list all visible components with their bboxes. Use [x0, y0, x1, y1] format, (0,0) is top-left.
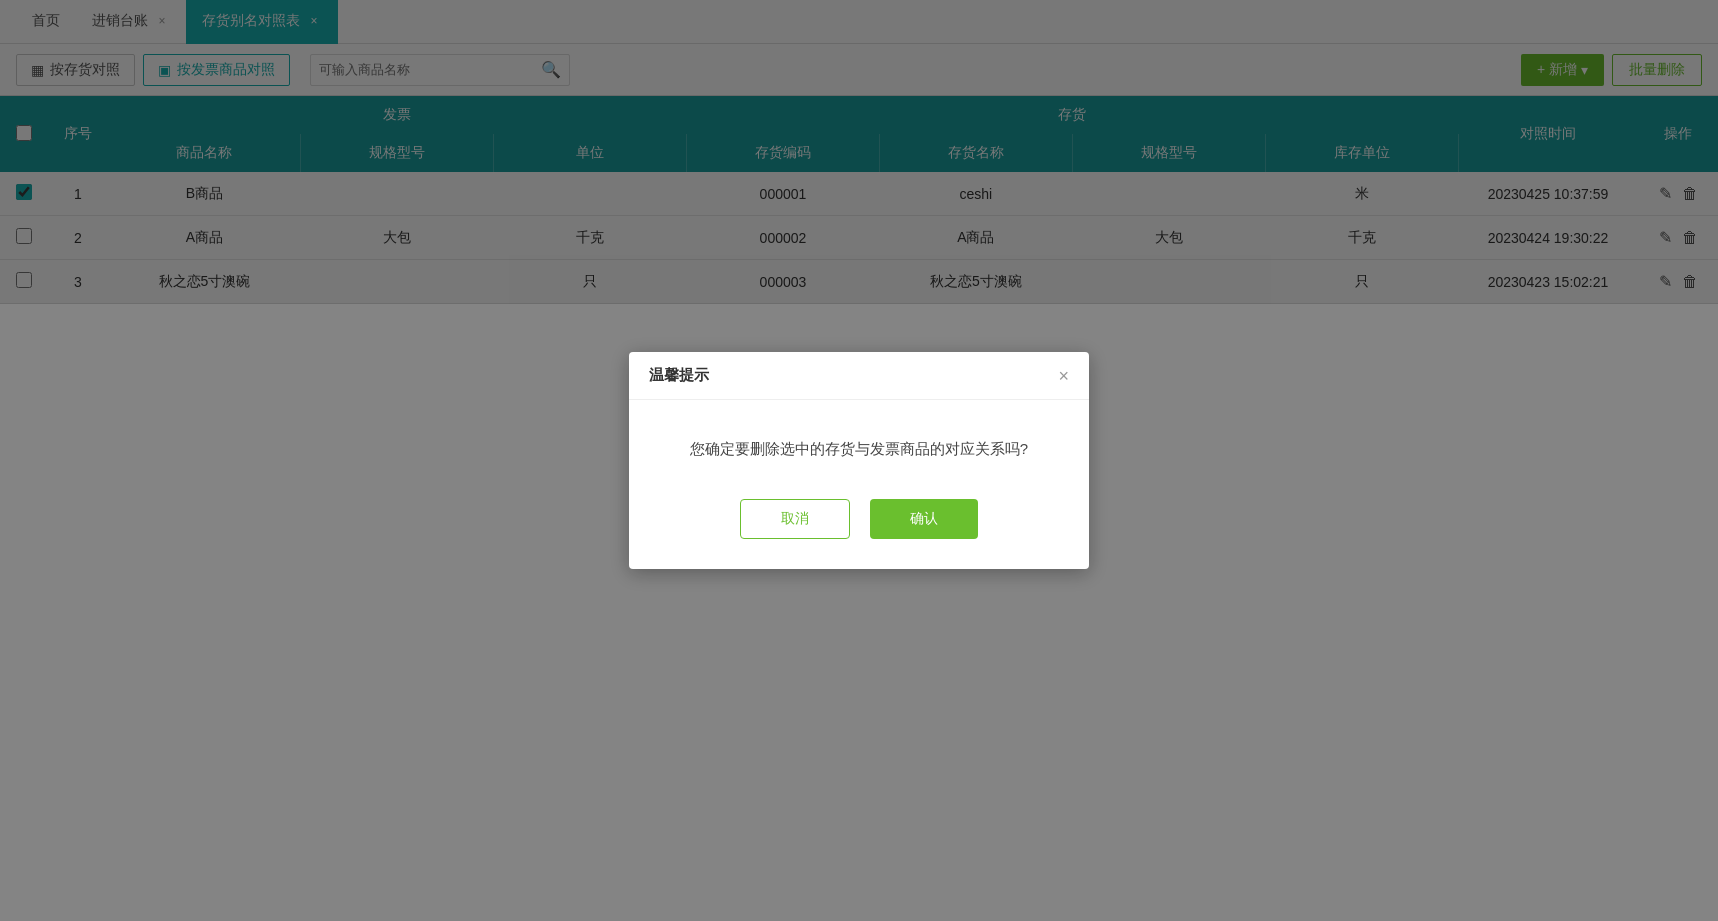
dialog-overlay: 温馨提示 × 您确定要删除选中的存货与发票商品的对应关系吗? 取消 确认 — [0, 0, 1718, 304]
